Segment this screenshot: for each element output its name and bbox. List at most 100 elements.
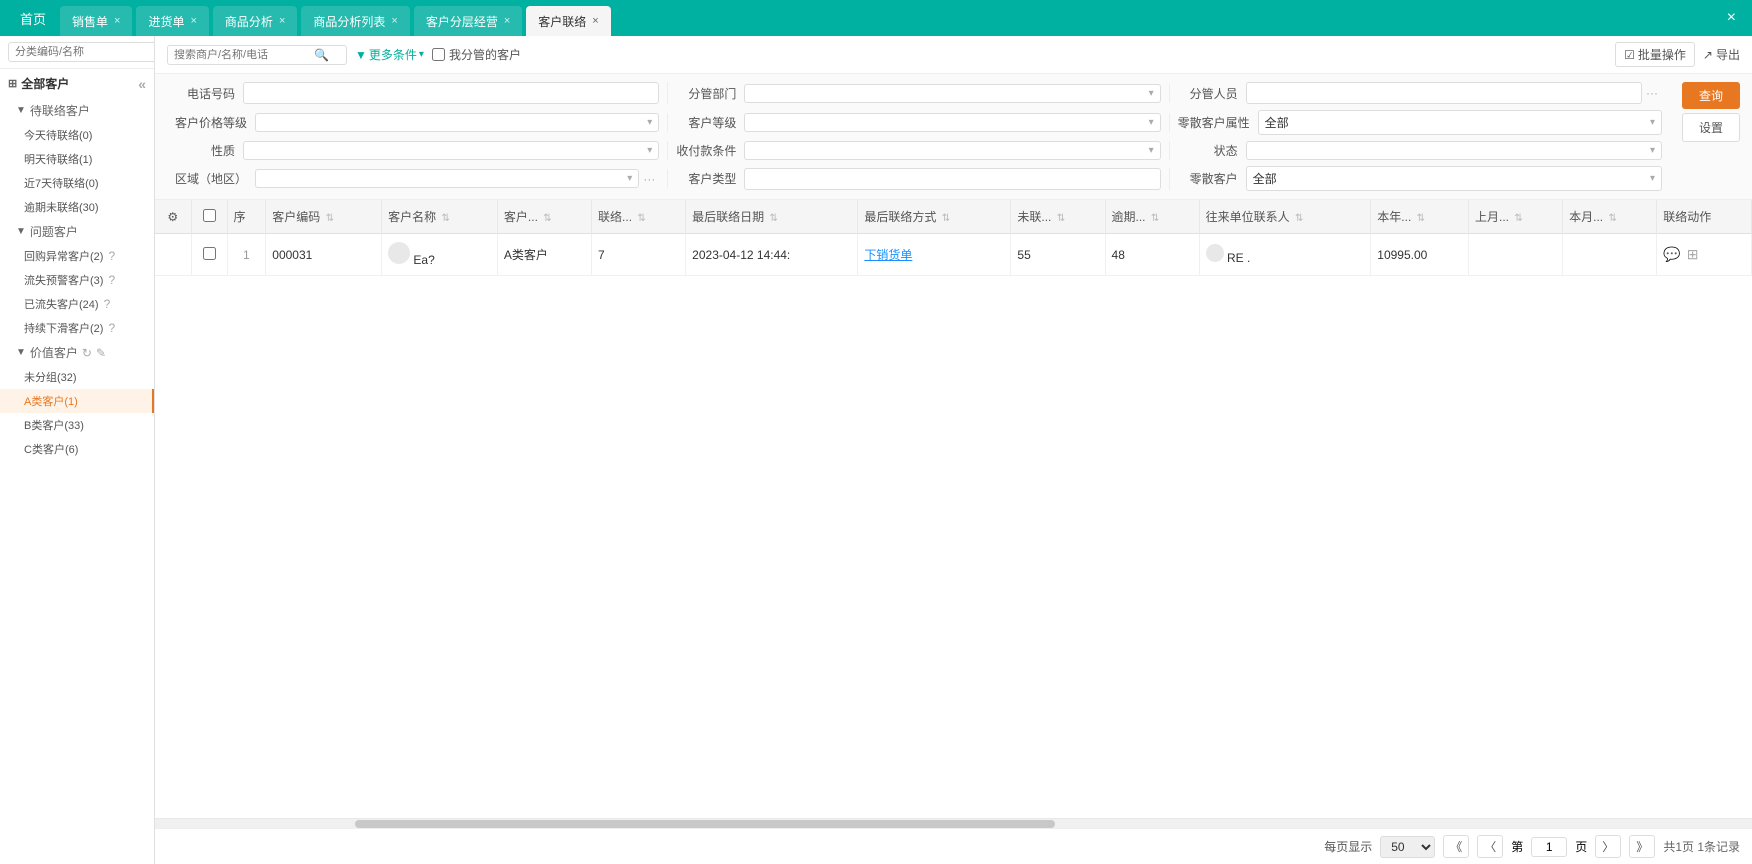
sidebar-item-repurchase-anomaly[interactable]: 回购异常客户(2) ? bbox=[0, 244, 154, 268]
nav-tab-customer-ops[interactable]: 客户分层经营 × bbox=[414, 6, 522, 36]
cell-checkbox[interactable] bbox=[191, 234, 227, 276]
region-dots-icon[interactable]: ··· bbox=[639, 172, 659, 186]
sidebar-item-declining[interactable]: 持续下滑客户(2) ? bbox=[0, 316, 154, 340]
window-close-button[interactable]: × bbox=[1719, 9, 1744, 27]
help-icon-2: ? bbox=[109, 273, 116, 287]
cell-actions: 💬 ⊞ bbox=[1657, 234, 1752, 276]
sidebar-item-a-class[interactable]: A类客户(1) bbox=[0, 389, 154, 413]
export-label: 导出 bbox=[1716, 46, 1740, 63]
filter-more-button[interactable]: ▼ 更多条件 ▾ bbox=[355, 46, 424, 63]
sidebar-group-value[interactable]: ▼ 价值客户 ↻ ✎ bbox=[0, 340, 154, 365]
th-contact-person[interactable]: 往来单位联系人 ⇅ bbox=[1199, 200, 1371, 234]
sidebar-group-pending[interactable]: ▼ 待联络客户 bbox=[0, 98, 154, 123]
th-last-month[interactable]: 上月... ⇅ bbox=[1469, 200, 1563, 234]
th-settings[interactable]: ⚙ bbox=[155, 200, 191, 234]
filter-search-icon[interactable]: 🔍 bbox=[314, 48, 329, 62]
sidebar-all-customers[interactable]: ⊞ 全部客户 « bbox=[0, 69, 154, 98]
filter-icon: ▼ bbox=[355, 48, 367, 62]
sidebar-item-7days[interactable]: 近7天待联络(0) bbox=[0, 171, 154, 195]
region-arrow: ▾ bbox=[627, 173, 632, 184]
filter-cell-region: 区域（地区） ▾ ··· bbox=[167, 169, 668, 188]
row-checkbox[interactable] bbox=[203, 247, 216, 260]
nav-tab-sales[interactable]: 销售单 × bbox=[60, 6, 132, 36]
value-refresh-icon[interactable]: ↻ bbox=[82, 346, 92, 360]
sidebar-item-overdue[interactable]: 逾期未联络(30) bbox=[0, 195, 154, 219]
query-button[interactable]: 查询 bbox=[1682, 82, 1740, 109]
cell-this-month bbox=[1563, 234, 1657, 276]
next-page-button[interactable]: 〉 bbox=[1595, 835, 1621, 858]
sidebar-item-c-class[interactable]: C类客户(6) bbox=[0, 437, 154, 461]
nav-tab-customer-contact[interactable]: 客户联络 × bbox=[526, 6, 610, 36]
customer-grade-arrow: ▾ bbox=[1149, 117, 1154, 128]
last-page-button[interactable]: 》 bbox=[1629, 835, 1655, 858]
th-code[interactable]: 客户编码 ⇅ bbox=[266, 200, 382, 234]
cell-type: A类客户 bbox=[497, 234, 591, 276]
retail-customer-select[interactable]: 全部 ▾ bbox=[1246, 166, 1662, 191]
region-select[interactable]: ▾ bbox=[255, 169, 639, 188]
select-all-checkbox[interactable] bbox=[203, 209, 216, 222]
nav-tab-customer-ops-close[interactable]: × bbox=[504, 15, 510, 27]
th-not-contact[interactable]: 未联... ⇅ bbox=[1011, 200, 1105, 234]
value-edit-icon[interactable]: ✎ bbox=[96, 346, 106, 360]
payment-select[interactable]: ▾ bbox=[744, 141, 1160, 160]
th-last-date[interactable]: 最后联络日期 ⇅ bbox=[686, 200, 858, 234]
nav-tab-sales-close[interactable]: × bbox=[114, 15, 120, 27]
cell-last-method[interactable]: 下销货单 bbox=[858, 234, 1011, 276]
retail-attr-select[interactable]: 全部 ▾ bbox=[1258, 110, 1662, 135]
settings-button[interactable]: 设置 bbox=[1682, 113, 1740, 142]
price-grade-select[interactable]: ▾ bbox=[255, 113, 659, 132]
export-button[interactable]: ↗ 导出 bbox=[1703, 46, 1740, 63]
main-layout: 🔍 ⊞ 全部客户 « ▼ 待联络客户 今天待联络(0) 明天待联络(1) 近7天… bbox=[0, 36, 1752, 864]
th-last-method[interactable]: 最后联络方式 ⇅ bbox=[858, 200, 1011, 234]
dept-select[interactable]: ▾ bbox=[744, 84, 1160, 103]
prev-page-button[interactable]: 〈 bbox=[1477, 835, 1503, 858]
filter-cell-customer-grade: 客户等级 ▾ bbox=[668, 113, 1169, 132]
filter-search-input[interactable] bbox=[174, 49, 314, 61]
cell-contact: 7 bbox=[592, 234, 686, 276]
sidebar-item-tomorrow[interactable]: 明天待联络(1) bbox=[0, 147, 154, 171]
person-dots-icon[interactable]: ··· bbox=[1642, 86, 1662, 100]
filter-row-4: 区域（地区） ▾ ··· 客户类型 零散客户 bbox=[167, 166, 1670, 191]
sidebar-item-ungrouped[interactable]: 未分组(32) bbox=[0, 365, 154, 389]
page-number-input[interactable] bbox=[1531, 837, 1567, 857]
th-type[interactable]: 客户... ⇅ bbox=[497, 200, 591, 234]
nav-tab-analysis[interactable]: 商品分析 × bbox=[213, 6, 297, 36]
customer-grade-select[interactable]: ▾ bbox=[744, 113, 1160, 132]
nav-home[interactable]: 首页 bbox=[8, 0, 58, 36]
nav-tab-customer-contact-close[interactable]: × bbox=[592, 15, 598, 27]
th-actions: 联络动作 bbox=[1657, 200, 1752, 234]
sidebar-item-b-class[interactable]: B类客户(33) bbox=[0, 413, 154, 437]
page-size-select[interactable]: 50 100 bbox=[1380, 836, 1435, 858]
th-overdue[interactable]: 逾期... ⇅ bbox=[1105, 200, 1199, 234]
sidebar-collapse-icon[interactable]: « bbox=[138, 76, 146, 92]
th-contact[interactable]: 联络... ⇅ bbox=[592, 200, 686, 234]
nav-tab-purchase[interactable]: 进货单 × bbox=[136, 6, 208, 36]
th-name[interactable]: 客户名称 ⇅ bbox=[382, 200, 498, 234]
status-select[interactable]: ▾ bbox=[1246, 141, 1662, 160]
person-input[interactable] bbox=[1246, 82, 1642, 104]
sidebar-item-churned[interactable]: 已流失客户(24) ? bbox=[0, 292, 154, 316]
sidebar-search-input[interactable] bbox=[8, 42, 155, 62]
horizontal-scrollbar[interactable] bbox=[155, 818, 1752, 828]
th-year-amount[interactable]: 本年... ⇅ bbox=[1371, 200, 1469, 234]
first-page-button[interactable]: 《 bbox=[1443, 835, 1469, 858]
sidebar-item-churn-warning[interactable]: 流失预警客户(3) ? bbox=[0, 268, 154, 292]
sidebar-item-today[interactable]: 今天待联络(0) bbox=[0, 123, 154, 147]
last-method-link[interactable]: 下销货单 bbox=[864, 248, 912, 262]
filter-cell-retail-attr: 零散客户属性 全部 ▾ bbox=[1170, 110, 1670, 135]
batch-op-button[interactable]: ☑ 批量操作 bbox=[1615, 42, 1695, 67]
nature-select[interactable]: ▾ bbox=[243, 141, 659, 160]
action-chat-icon[interactable]: 💬 bbox=[1663, 246, 1680, 263]
phone-input[interactable] bbox=[243, 82, 659, 104]
th-this-month[interactable]: 本月... ⇅ bbox=[1563, 200, 1657, 234]
nav-tab-analysis-list-close[interactable]: × bbox=[391, 15, 397, 27]
scrollbar-thumb[interactable] bbox=[355, 820, 1055, 828]
nav-tab-analysis-list[interactable]: 商品分析列表 × bbox=[301, 6, 409, 36]
nav-tab-purchase-close[interactable]: × bbox=[190, 15, 196, 27]
sidebar-group-problem[interactable]: ▼ 问题客户 bbox=[0, 219, 154, 244]
my-customers-checkbox[interactable] bbox=[432, 48, 445, 61]
my-customers-checkbox-container[interactable]: 我分管的客户 bbox=[432, 46, 521, 63]
action-qr-icon[interactable]: ⊞ bbox=[1687, 246, 1699, 263]
customer-type-input[interactable] bbox=[744, 168, 1160, 190]
nav-tab-analysis-close[interactable]: × bbox=[279, 15, 285, 27]
